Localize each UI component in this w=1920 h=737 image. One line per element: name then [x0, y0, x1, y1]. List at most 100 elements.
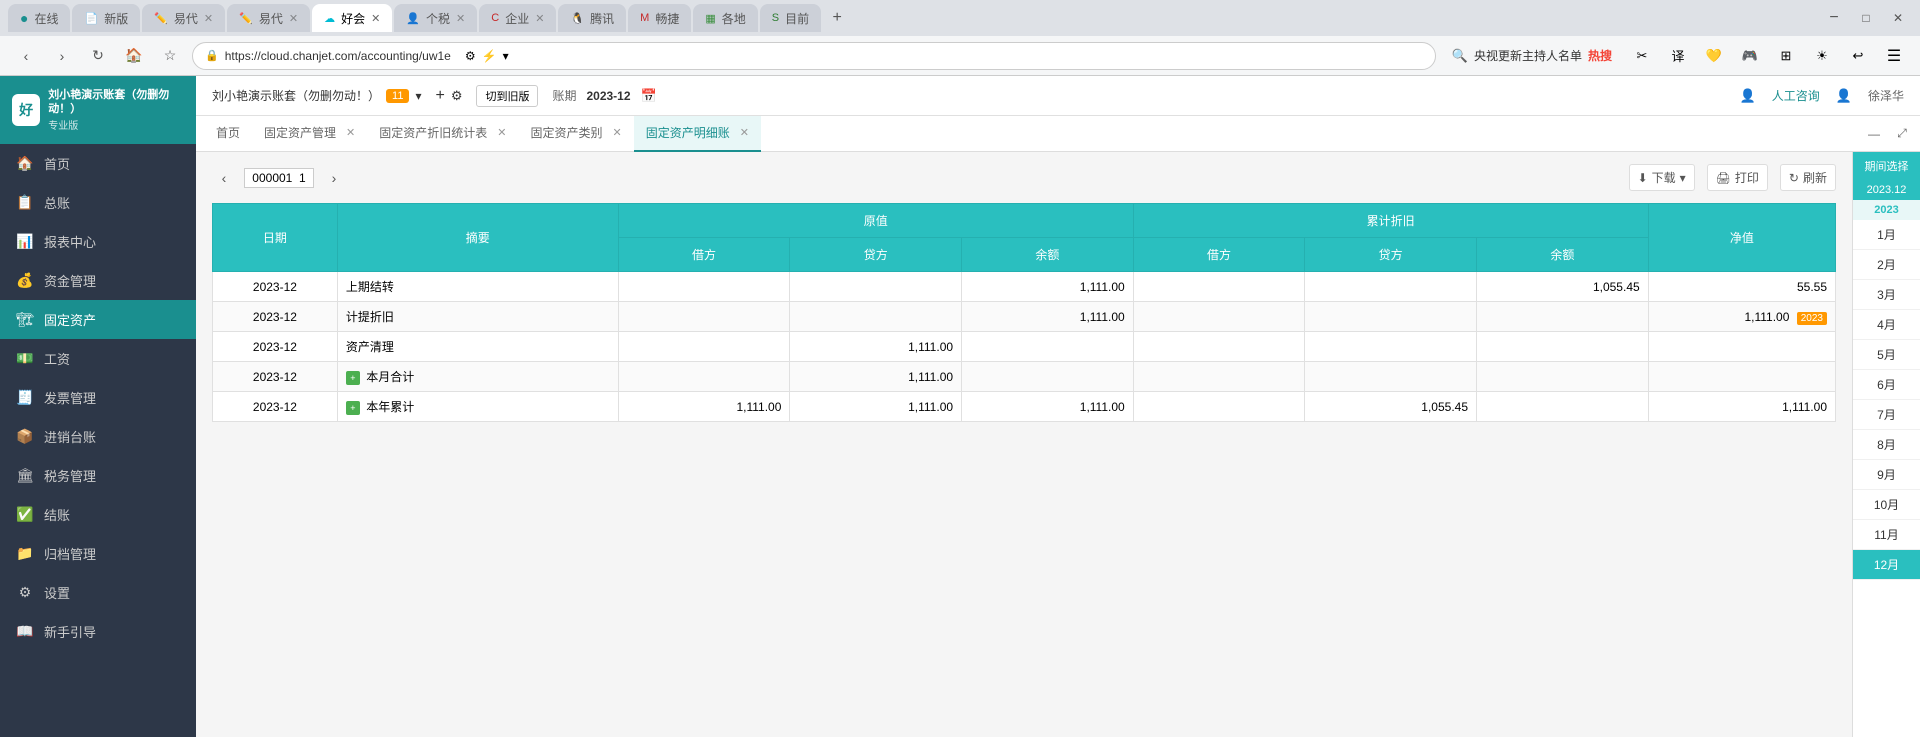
th-accumulated: 累计折旧	[1133, 204, 1648, 238]
browser-tab-8[interactable]: 🐧 腾讯	[558, 4, 626, 32]
sidebar-item-funds[interactable]: 💰 资金管理	[0, 261, 196, 300]
tab4-close[interactable]: ✕	[289, 12, 298, 25]
switch-version-btn[interactable]: 切到旧版	[476, 85, 538, 107]
tab-asset-category-close[interactable]: ✕	[613, 126, 622, 139]
game-icon[interactable]: 🎮	[1736, 42, 1764, 70]
sidebar-item-fixed-assets[interactable]: 🏗 固定资产	[0, 300, 196, 339]
tab-asset-detail[interactable]: 固定资产明细账 ✕	[634, 116, 761, 152]
browser-tab-3[interactable]: ✏️ 易代 ✕	[142, 4, 225, 32]
period-month-6[interactable]: 6月	[1853, 370, 1920, 400]
tab6-close[interactable]: ✕	[456, 12, 465, 25]
period-month-7[interactable]: 7月	[1853, 400, 1920, 430]
forward-button[interactable]: ›	[48, 42, 76, 70]
logo-sub: 专业版	[48, 117, 184, 132]
cell-date-1: 2023-12	[213, 272, 338, 302]
browser-tab-11[interactable]: S 目前	[760, 4, 821, 32]
browser-tab-10[interactable]: ▦ 各地	[693, 4, 757, 32]
tab4-icon: ✏️	[239, 12, 253, 25]
tab-fixed-assets[interactable]: 固定资产管理 ✕	[252, 116, 367, 152]
maximize-button[interactable]: □	[1852, 4, 1880, 32]
th-original-value: 原值	[618, 204, 1133, 238]
apps-icon[interactable]: ⊞	[1772, 42, 1800, 70]
cell-net-value-3	[1648, 332, 1835, 362]
sidebar-item-home[interactable]: 🏠 首页	[0, 144, 196, 183]
brightness-icon[interactable]: ☀	[1808, 42, 1836, 70]
window-close-button[interactable]: ✕	[1884, 4, 1912, 32]
panel-maximize-btn[interactable]: ⤢	[1892, 124, 1912, 144]
sidebar-item-archive[interactable]: 📁 归档管理	[0, 534, 196, 573]
tab5-close[interactable]: ✕	[371, 12, 380, 25]
logo-icon: 好	[12, 94, 40, 126]
browser-tab-9[interactable]: M 畅捷	[628, 4, 691, 32]
th-orig-credit: 贷方	[790, 238, 962, 272]
period-month-5[interactable]: 5月	[1853, 340, 1920, 370]
new-tab-button[interactable]: +	[823, 4, 851, 32]
menu-icon[interactable]: ☰	[1880, 42, 1908, 70]
refresh-btn[interactable]: ↻ 刷新	[1780, 164, 1836, 191]
address-bar[interactable]: 🔒 https://cloud.chanjet.com/accounting/u…	[192, 42, 1436, 70]
dropdown-icon[interactable]: ▾	[503, 49, 509, 63]
page-input[interactable]	[244, 168, 314, 188]
minimize-button[interactable]: −	[1820, 4, 1848, 32]
browser-tab-5[interactable]: ☁ 好会 ✕	[312, 4, 392, 32]
period-month-2[interactable]: 2月	[1853, 250, 1920, 280]
dropdown-arrow[interactable]: ▾	[415, 89, 421, 103]
translate-icon[interactable]: 译	[1664, 42, 1692, 70]
tab-home[interactable]: 首页	[204, 116, 252, 152]
period-month-3[interactable]: 3月	[1853, 280, 1920, 310]
browser-tab-6[interactable]: 👤 个税 ✕	[394, 4, 477, 32]
add-account-btn[interactable]: +	[435, 87, 444, 105]
refresh-button[interactable]: ↻	[84, 42, 112, 70]
period-month-1[interactable]: 1月	[1853, 220, 1920, 250]
help-label[interactable]: 人工咨询	[1772, 87, 1820, 104]
period-month-11[interactable]: 11月	[1853, 520, 1920, 550]
tab-asset-detail-close[interactable]: ✕	[740, 126, 749, 139]
period-month-4[interactable]: 4月	[1853, 310, 1920, 340]
back-button[interactable]: ‹	[12, 42, 40, 70]
bookmark-button[interactable]: ☆	[156, 42, 184, 70]
sidebar-item-payroll[interactable]: 💵 工资	[0, 339, 196, 378]
sidebar-item-tax[interactable]: 🏛 税务管理	[0, 456, 196, 495]
period-month-12[interactable]: 12月	[1853, 550, 1920, 580]
panel-minimize-btn[interactable]: —	[1864, 124, 1884, 144]
sidebar-item-settings[interactable]: ⚙ 设置	[0, 573, 196, 612]
sidebar-item-purchase-sales[interactable]: 📦 进销台账	[0, 417, 196, 456]
period-edit-icon[interactable]: 📅	[641, 88, 657, 104]
browser-tab-bar: ● 在线 📄 新版 ✏️ 易代 ✕ ✏️ 易代 ✕ ☁ 好会 ✕ 👤 个税 ✕ …	[0, 0, 1920, 36]
invoice-icon: 🧾	[16, 388, 34, 406]
tab-asset-category[interactable]: 固定资产类别 ✕	[518, 116, 633, 152]
company-badge: 11	[386, 89, 409, 103]
browser-tab-7[interactable]: C 企业 ✕	[479, 4, 556, 32]
print-btn[interactable]: 🖨 打印	[1707, 164, 1768, 191]
browser-tab-2[interactable]: 📄 新版	[72, 4, 140, 32]
period-month-8[interactable]: 8月	[1853, 430, 1920, 460]
tab-depreciation-close[interactable]: ✕	[497, 126, 506, 139]
guide-icon: 📖	[16, 622, 34, 640]
wallet-icon[interactable]: 💛	[1700, 42, 1728, 70]
tab-depreciation-stats[interactable]: 固定资产折旧统计表 ✕	[367, 116, 518, 152]
extension-icon1: ⚙	[465, 49, 476, 63]
sidebar-item-ledger[interactable]: 📋 总账	[0, 183, 196, 222]
period-month-9[interactable]: 9月	[1853, 460, 1920, 490]
undo-icon[interactable]: ↩	[1844, 42, 1872, 70]
settings-account-btn[interactable]: ⚙	[451, 88, 463, 104]
period-selected-year[interactable]: 2023.12	[1853, 180, 1920, 200]
tab3-close[interactable]: ✕	[204, 12, 213, 25]
table-row: 2023-12 + 本月合计 1,111.00	[213, 362, 1836, 392]
prev-page-btn[interactable]: ‹	[212, 166, 236, 190]
period-month-10[interactable]: 10月	[1853, 490, 1920, 520]
browser-tab-4[interactable]: ✏️ 易代 ✕	[227, 4, 310, 32]
download-btn[interactable]: ⬇ 下载 ▾	[1629, 164, 1695, 191]
sidebar-item-closing[interactable]: ✅ 结账	[0, 495, 196, 534]
cell-date-2: 2023-12	[213, 302, 338, 332]
browser-tab-1[interactable]: ● 在线	[8, 4, 70, 32]
home-button[interactable]: 🏠	[120, 42, 148, 70]
tab7-close[interactable]: ✕	[535, 12, 544, 25]
next-page-btn[interactable]: ›	[322, 166, 346, 190]
sidebar-item-guide[interactable]: 📖 新手引导	[0, 612, 196, 651]
tab-fixed-assets-close[interactable]: ✕	[346, 126, 355, 139]
scissors-icon[interactable]: ✂	[1628, 42, 1656, 70]
sidebar-item-reports[interactable]: 📊 报表中心	[0, 222, 196, 261]
sidebar-item-invoice[interactable]: 🧾 发票管理	[0, 378, 196, 417]
th-accum-debit: 借方	[1133, 238, 1305, 272]
